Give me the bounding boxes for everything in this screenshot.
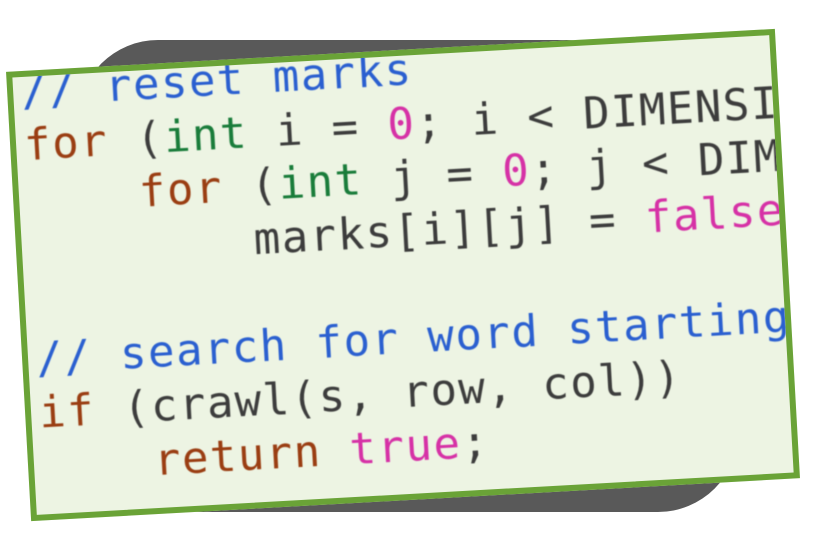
keyword-int-2: int [277, 154, 364, 210]
semicolon: ; [460, 416, 491, 468]
literal-zero-2: 0 [501, 145, 532, 197]
space-8 [320, 424, 351, 476]
indent-8 [41, 435, 156, 492]
assign-2: j = [361, 147, 504, 206]
keyword-for-2: for [138, 162, 225, 218]
keyword-int-1: int [162, 107, 249, 163]
indent-3 [26, 167, 141, 224]
indent-4 [29, 214, 255, 277]
literal-false: false [644, 185, 787, 244]
code-text: // reset marks for (int i = 0; i < DIMEN… [20, 29, 799, 494]
image-canvas: // reset marks for (int i = 0; i < DIMEN… [0, 0, 814, 553]
literal-zero-1: 0 [386, 98, 417, 150]
blank-line [32, 280, 35, 331]
keyword-return: return [153, 426, 324, 486]
paren-open-2: ( [221, 159, 280, 213]
assign-1: i = [246, 99, 389, 158]
code-snippet-frame: // reset marks for (int i = 0; i < DIMEN… [6, 29, 800, 521]
paren-open-1: ( [107, 112, 166, 166]
keyword-if: if [38, 384, 97, 438]
keyword-for-1: for [23, 115, 110, 171]
literal-true: true [348, 418, 463, 475]
